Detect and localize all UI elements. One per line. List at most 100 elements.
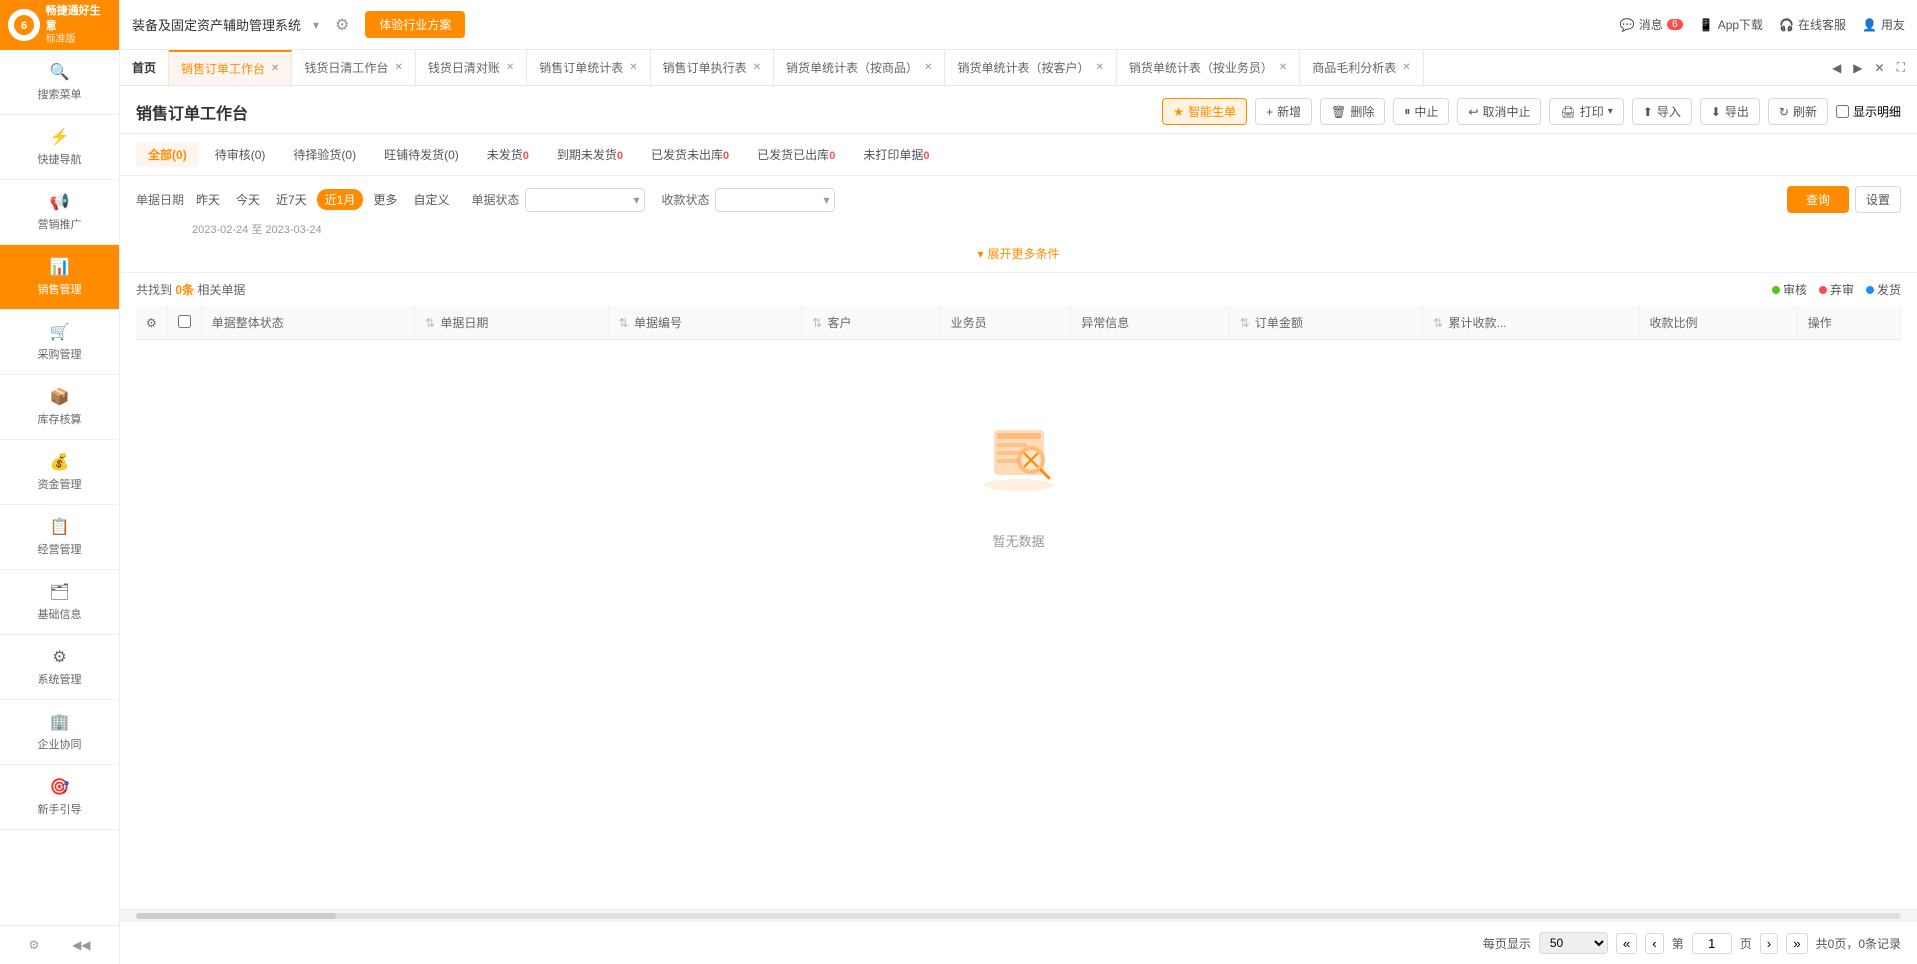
tab-close-all[interactable]: ✕	[1871, 61, 1889, 75]
sidebar-item-marketing[interactable]: 📢 营销推广	[0, 180, 119, 245]
print-dropdown-icon: ▾	[1608, 106, 1613, 117]
empty-text: 暂无数据	[992, 531, 1044, 550]
tab-close-sales-exec[interactable]: ✕	[753, 62, 761, 73]
tab-sales-sum-customer[interactable]: 销货单统计表（按客户） ✕	[945, 50, 1116, 85]
last-page-button[interactable]: »	[1786, 933, 1807, 954]
topbar-dropdown-icon[interactable]: ▾	[313, 18, 319, 32]
page-size-select[interactable]: 50 20 100	[1539, 932, 1608, 954]
online-service-button[interactable]: 🎧 在线客服	[1779, 16, 1846, 33]
smart-create-button[interactable]: ★ 智能生单	[1162, 98, 1247, 125]
expand-button[interactable]: ▾ 展开更多条件	[977, 245, 1059, 262]
sidebar-item-enterprise[interactable]: 🏢 企业协同	[0, 700, 119, 765]
select-all-checkbox[interactable]	[178, 315, 191, 328]
sub-tab-overdue[interactable]: 到期未发货0	[545, 142, 635, 167]
sidebar-item-sales[interactable]: 📊 销售管理	[0, 245, 119, 310]
show-detail-checkbox[interactable]	[1836, 105, 1849, 118]
tab-bar-actions: ◀ ▶ ✕ ⛶	[1820, 60, 1917, 75]
sidebar-item-operations[interactable]: 📋 经营管理	[0, 505, 119, 570]
tab-close-sales-workbench[interactable]: ✕	[271, 63, 279, 74]
filter-status-select[interactable]	[525, 188, 645, 212]
prev-page-button[interactable]: ‹	[1645, 933, 1663, 954]
import-button[interactable]: ⬆ 导入	[1632, 98, 1692, 125]
date-btn-1month[interactable]: 近1月	[317, 189, 364, 210]
export-icon: ⬇	[1711, 105, 1721, 119]
sub-tab-not-printed[interactable]: 未打印单据0	[851, 142, 941, 167]
scrollbar-thumb[interactable]	[136, 913, 336, 919]
sort-icon-5: ⇅	[1433, 316, 1443, 330]
cancel-review-action-button[interactable]: 弃审	[1819, 281, 1854, 298]
ship-action-button[interactable]: 发货	[1866, 281, 1901, 298]
tab-sales-stats[interactable]: 销售订单统计表 ✕	[527, 50, 650, 85]
logo-icon: 6	[8, 9, 40, 41]
sidebar-item-system[interactable]: ⚙ 系统管理	[0, 635, 119, 700]
filter-payment-select[interactable]	[715, 188, 835, 212]
app-download-button[interactable]: 📱 App下载	[1699, 16, 1763, 33]
next-page-button[interactable]: ›	[1760, 933, 1778, 954]
tab-close-margin-analysis[interactable]: ✕	[1402, 62, 1410, 73]
table-wrap: ⚙ 单据整体状态 ⇅ 单据日期 ⇅ 单据编号	[120, 306, 1917, 909]
sidebar-item-basic[interactable]: 🗂 基础信息	[0, 570, 119, 635]
tab-close-sales-stats[interactable]: ✕	[629, 62, 637, 73]
ship-dot	[1866, 286, 1874, 294]
show-detail-label[interactable]: 显示明细	[1836, 103, 1901, 120]
tab-close-sales-sum-staff[interactable]: ✕	[1279, 62, 1287, 73]
user-button[interactable]: 👤 用友	[1862, 16, 1905, 33]
tab-sales-exec[interactable]: 销售订单执行表 ✕	[651, 50, 774, 85]
query-button[interactable]: 查询	[1787, 186, 1849, 213]
sidebar-item-purchase[interactable]: 🛒 采购管理	[0, 310, 119, 375]
page-input[interactable]	[1692, 933, 1732, 954]
sidebar-collapse-icon[interactable]: ◀◀	[72, 938, 90, 952]
sub-tab-shipped-out[interactable]: 已发货已出库0	[745, 142, 847, 167]
solution-button[interactable]: 体验行业方案	[365, 11, 465, 38]
sub-tab-all[interactable]: 全部(0)	[136, 142, 199, 167]
basic-icon: 🗂	[49, 582, 69, 602]
suspend-button[interactable]: ⏸ 中止	[1393, 98, 1449, 125]
date-btn-more[interactable]: 更多	[367, 189, 403, 210]
date-btn-7days[interactable]: 近7天	[270, 189, 313, 210]
sidebar-item-quicknav[interactable]: ⚡ 快捷导航	[0, 115, 119, 180]
tab-scroll-left[interactable]: ◀	[1828, 61, 1845, 75]
sub-tab-pending-inspect[interactable]: 待择验货(0)	[281, 142, 368, 167]
tab-home[interactable]: 首页	[120, 50, 169, 85]
sidebar-item-inventory[interactable]: 📦 库存核算	[0, 375, 119, 440]
sub-tab-shipped-not-out[interactable]: 已发货未出库0	[639, 142, 741, 167]
review-action-button[interactable]: 审核	[1772, 281, 1807, 298]
tab-cash-daily[interactable]: 钱货日清工作台 ✕	[292, 50, 415, 85]
sidebar-item-finance[interactable]: 💰 资金管理	[0, 440, 119, 505]
sub-tab-pending-review[interactable]: 待审核(0)	[203, 142, 278, 167]
refresh-button[interactable]: ↻ 刷新	[1768, 98, 1828, 125]
tab-fullscreen[interactable]: ⛶	[1893, 60, 1909, 75]
print-button[interactable]: 🖨 打印 ▾	[1549, 98, 1623, 125]
date-btn-yesterday[interactable]: 昨天	[190, 189, 226, 210]
message-button[interactable]: 💬 消息 6	[1620, 16, 1683, 33]
sub-tab-wangpu[interactable]: 旺铺待发货(0)	[372, 142, 471, 167]
tab-sales-sum-product[interactable]: 销货单统计表（按商品） ✕	[774, 50, 945, 85]
date-btn-custom[interactable]: 自定义	[407, 189, 455, 210]
delete-button[interactable]: 🗑 删除	[1320, 98, 1385, 125]
date-btn-today[interactable]: 今天	[230, 189, 266, 210]
cancel-suspend-button[interactable]: ↩ 取消中止	[1457, 98, 1541, 125]
sidebar-item-guide[interactable]: 🎯 新手引导	[0, 765, 119, 830]
tab-scroll-right[interactable]: ▶	[1849, 61, 1866, 75]
tab-margin-analysis[interactable]: 商品毛利分析表 ✕	[1300, 50, 1423, 85]
topbar-settings-icon[interactable]: ⚙	[335, 15, 349, 35]
phone-icon: 📱	[1699, 18, 1714, 32]
col-settings[interactable]: ⚙	[136, 306, 167, 340]
first-page-button[interactable]: «	[1616, 933, 1637, 954]
tab-close-cash-reconcile[interactable]: ✕	[506, 62, 514, 73]
tab-sales-workbench[interactable]: 销售订单工作台 ✕	[169, 50, 292, 85]
sidebar-item-search[interactable]: 🔍 搜索菜单	[0, 50, 119, 115]
filter-settings-button[interactable]: 设置	[1855, 186, 1901, 213]
tab-sales-sum-staff[interactable]: 销货单统计表（按业务员） ✕	[1117, 50, 1300, 85]
add-button[interactable]: + 新增	[1255, 98, 1312, 125]
filter-row-date-range: 2023-02-24 至 2023-03-24	[136, 221, 1901, 237]
result-actions: 审核 弃审 发货	[1772, 281, 1901, 298]
tab-close-sales-sum-product[interactable]: ✕	[924, 62, 932, 73]
export-button[interactable]: ⬇ 导出	[1700, 98, 1760, 125]
tab-close-sales-sum-customer[interactable]: ✕	[1095, 62, 1103, 73]
tab-close-cash-daily[interactable]: ✕	[394, 62, 402, 73]
import-icon: ⬆	[1643, 105, 1653, 119]
tab-cash-reconcile[interactable]: 钱货日清对账 ✕	[416, 50, 527, 85]
sidebar-settings-icon[interactable]: ⚙	[28, 938, 39, 952]
sub-tab-not-shipped[interactable]: 未发货0	[475, 142, 541, 167]
